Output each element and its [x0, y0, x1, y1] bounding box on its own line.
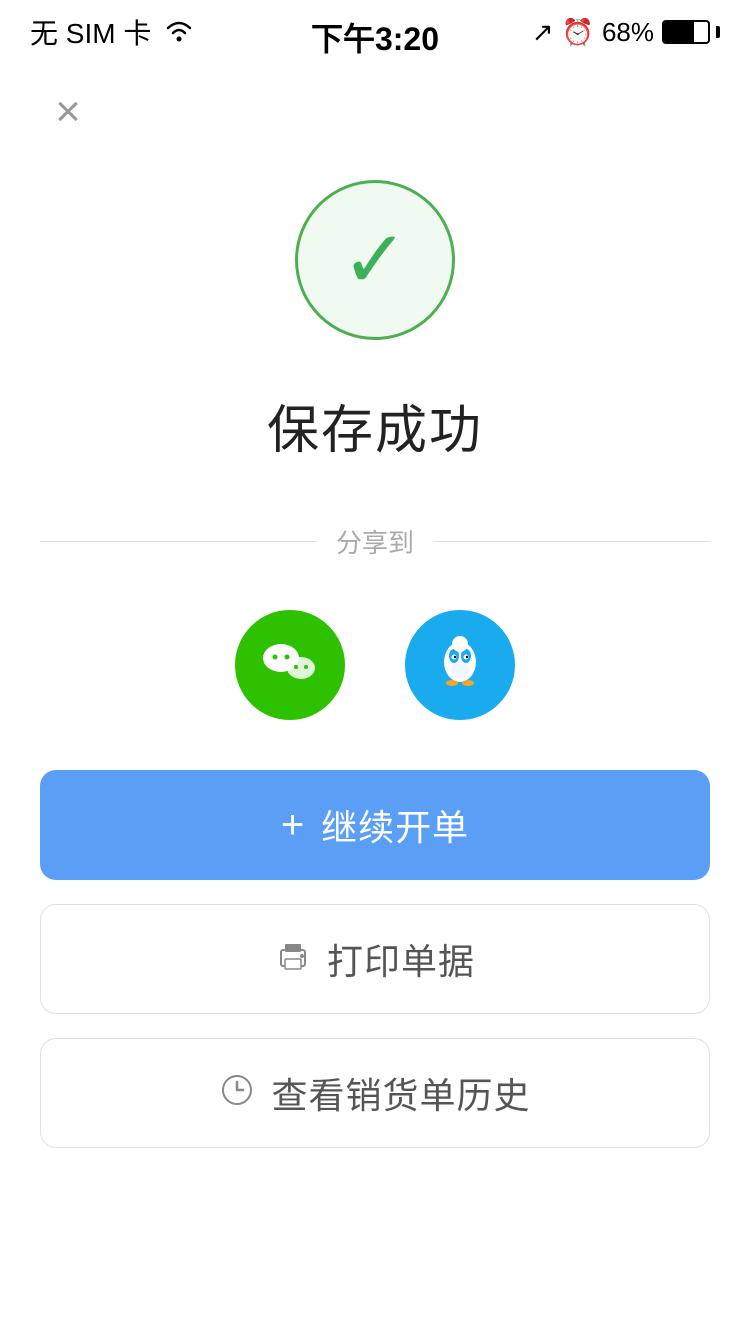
battery-percentage: 68% [602, 17, 654, 48]
share-divider: 分享到 [40, 523, 710, 560]
history-button[interactable]: 查看销货单历史 [40, 1038, 710, 1148]
share-label: 分享到 [336, 523, 414, 560]
print-icon [275, 938, 311, 980]
print-label: 打印单据 [327, 933, 475, 985]
divider-left [40, 541, 316, 542]
status-left: 无 SIM 卡 [30, 12, 195, 52]
success-title: 保存成功 [267, 388, 483, 463]
action-buttons: + 继续开单 打印单据 查看销货单历史 [0, 770, 750, 1148]
history-icon [219, 1072, 255, 1114]
checkmark-icon: ✓ [341, 220, 408, 300]
share-icons-row [40, 610, 710, 720]
status-time: 下午3:20 [311, 14, 439, 60]
alarm-icon: ⏰ [562, 17, 594, 48]
qq-icon [425, 630, 495, 700]
location-icon: ↗ [532, 17, 554, 48]
continue-label: 继续开单 [321, 799, 469, 851]
continue-button[interactable]: + 继续开单 [40, 770, 710, 880]
share-section: 分享到 [0, 523, 750, 720]
divider-right [434, 541, 710, 542]
status-bar: 无 SIM 卡 下午3:20 ↗ ⏰ 68% [0, 0, 750, 64]
main-content: × ✓ 保存成功 分享到 [0, 64, 750, 1148]
close-button-area: × [0, 84, 750, 140]
carrier-text: 无 SIM 卡 [30, 12, 151, 52]
plus-icon: + [281, 803, 305, 848]
battery-indicator [662, 20, 720, 44]
history-label: 查看销货单历史 [271, 1067, 530, 1119]
print-button[interactable]: 打印单据 [40, 904, 710, 1014]
wechat-icon [255, 630, 325, 700]
qq-share-button[interactable] [405, 610, 515, 720]
success-circle: ✓ [295, 180, 455, 340]
close-icon: × [55, 90, 81, 134]
wifi-icon [163, 20, 195, 44]
wechat-share-button[interactable] [235, 610, 345, 720]
close-button[interactable]: × [40, 84, 96, 140]
status-right: ↗ ⏰ 68% [532, 17, 720, 48]
